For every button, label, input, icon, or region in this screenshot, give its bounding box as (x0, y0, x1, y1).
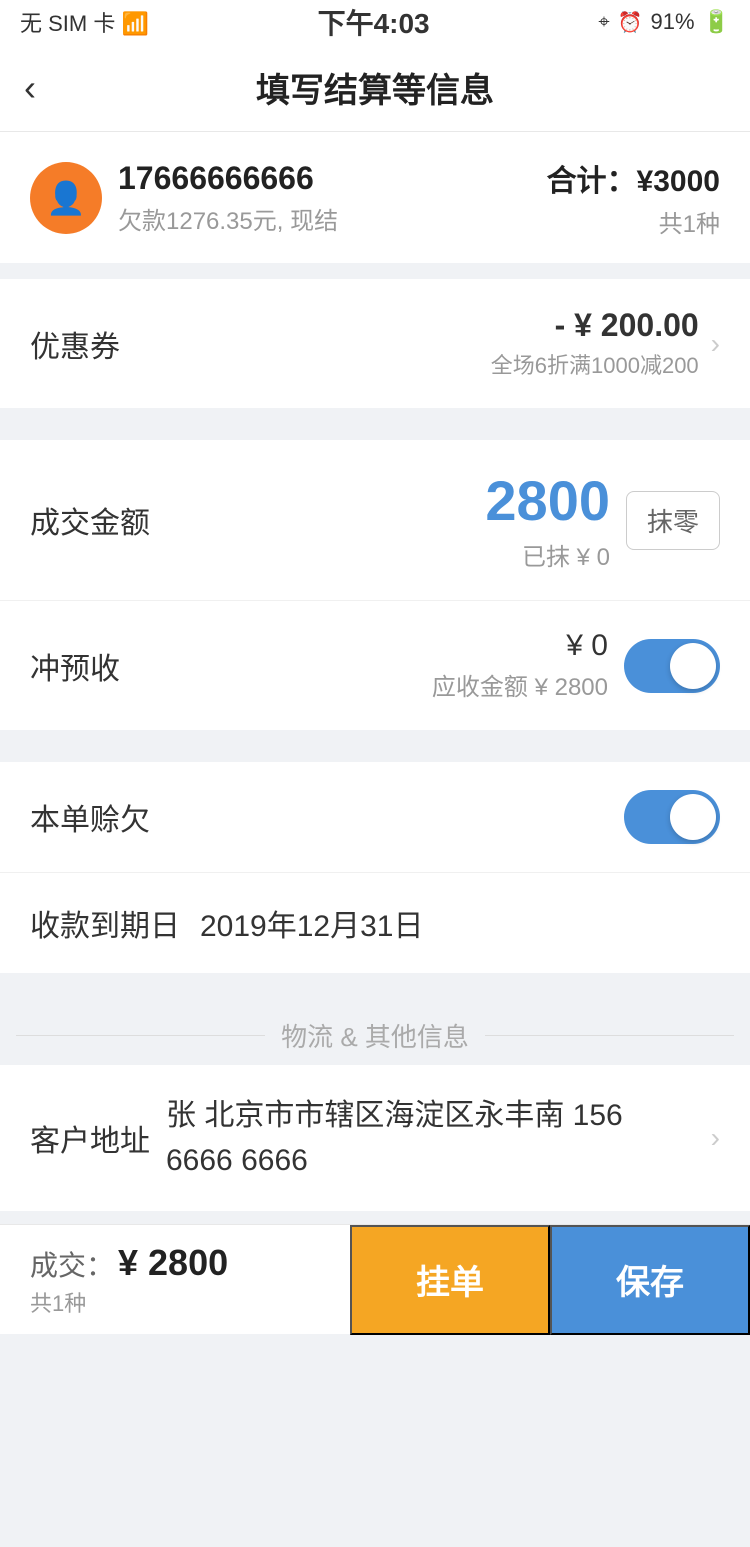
prepay-value-wrap: ¥ 0 应收金额 ¥ 2800 (432, 629, 608, 702)
bottom-amount: ¥ 2800 (118, 1242, 228, 1284)
logistics-line-right (485, 1035, 734, 1036)
prepay-label: 冲预收 (30, 644, 120, 688)
logistics-section: 物流 & 其他信息 (0, 1005, 750, 1065)
customer-left: 👤 17666666666 欠款1276.35元, 现结 (30, 160, 338, 236)
avatar: 👤 (30, 162, 102, 234)
status-bar: 无 SIM 卡 📶 下午4:03 ⌖ ⏰ 91% 🔋 (0, 0, 750, 44)
coupon-row[interactable]: 优惠券 - ¥ 200.00 全场6折满1000减200 › (0, 279, 750, 408)
address-value: 张 北京市市辖区海淀区永丰南 156 6666 6666 (166, 1093, 695, 1183)
total-value: 合计：¥3000 (547, 156, 720, 200)
bottom-deal-label: 成交： (30, 1244, 114, 1284)
credit-label: 本单赊欠 (30, 795, 150, 839)
prepay-value: ¥ 0 (432, 629, 608, 663)
customer-row: 👤 17666666666 欠款1276.35元, 现结 合计：¥3000 共1… (0, 132, 750, 263)
location-icon: ⌖ (598, 11, 609, 34)
alarm-icon: ⏰ (618, 10, 643, 35)
sim-wifi-label: 无 SIM 卡 📶 (20, 6, 149, 38)
bottom-bar: 成交： ¥ 2800 共1种 挂单 保存 (0, 1224, 750, 1334)
deal-sub: 已抹 ¥ 0 (485, 537, 610, 572)
content-area: 👤 17666666666 欠款1276.35元, 现结 合计：¥3000 共1… (0, 132, 750, 1547)
coupon-card: 优惠券 - ¥ 200.00 全场6折满1000减200 › (0, 279, 750, 408)
due-date-label: 收款到期日 (30, 901, 180, 945)
address-label: 客户地址 (30, 1116, 150, 1160)
page-title: 填写结算等信息 (256, 63, 494, 112)
logistics-label: 物流 & 其他信息 (281, 1017, 469, 1054)
hold-button[interactable]: 挂单 (350, 1225, 550, 1335)
credit-card: 本单赊欠 收款到期日 2019年12月31日 (0, 762, 750, 973)
due-date-value: 2019年12月31日 (200, 901, 423, 945)
coupon-right: - ¥ 200.00 全场6折满1000减200 › (491, 307, 720, 380)
coupon-chevron-icon: › (711, 328, 720, 360)
coupon-value-wrap: - ¥ 200.00 全场6折满1000减200 (491, 307, 699, 380)
customer-phone: 17666666666 (118, 160, 338, 197)
nav-bar: ‹ 填写结算等信息 (0, 44, 750, 132)
deal-right: 2800 已抹 ¥ 0 抹零 (485, 468, 720, 572)
round-zero-button[interactable]: 抹零 (626, 491, 720, 550)
customer-subtext: 欠款1276.35元, 现结 (118, 201, 338, 236)
section-separator-1 (0, 424, 750, 440)
coupon-label: 优惠券 (30, 322, 120, 366)
deal-amount-row: 成交金额 2800 已抹 ¥ 0 抹零 (0, 440, 750, 600)
customer-total: 合计：¥3000 共1种 (547, 156, 720, 239)
bottom-info: 成交： ¥ 2800 共1种 (0, 1242, 350, 1318)
status-time: 下午4:03 (318, 2, 430, 42)
due-date-row: 收款到期日 2019年12月31日 (0, 872, 750, 973)
customer-info: 17666666666 欠款1276.35元, 现结 (118, 160, 338, 236)
deal-value-wrap: 2800 已抹 ¥ 0 (485, 468, 610, 572)
prepay-right: ¥ 0 应收金额 ¥ 2800 (432, 629, 720, 702)
credit-row: 本单赊欠 (0, 762, 750, 872)
prepay-subtext: 应收金额 ¥ 2800 (432, 667, 608, 702)
address-card: 客户地址 张 北京市市辖区海淀区永丰南 156 6666 6666 › (0, 1065, 750, 1211)
section-separator-3 (0, 989, 750, 1005)
status-left: 无 SIM 卡 📶 (20, 6, 149, 38)
battery-icon: 🔋 (703, 9, 730, 35)
deal-card: 成交金额 2800 已抹 ¥ 0 抹零 冲预收 ¥ 0 应收金额 ¥ 2800 (0, 440, 750, 730)
credit-toggle[interactable] (624, 790, 720, 844)
battery-label: 91% (651, 9, 695, 35)
deal-amount-value: 2800 (485, 468, 610, 533)
deal-amount-label: 成交金额 (30, 498, 150, 542)
avatar-icon: 👤 (46, 179, 86, 217)
status-right: ⌖ ⏰ 91% 🔋 (598, 9, 730, 35)
prepay-row: 冲预收 ¥ 0 应收金额 ¥ 2800 (0, 600, 750, 730)
save-button[interactable]: 保存 (550, 1225, 750, 1335)
coupon-subtext: 全场6折满1000减200 (491, 348, 699, 380)
bottom-deal-row: 成交： ¥ 2800 (30, 1242, 320, 1284)
total-count: 共1种 (547, 204, 720, 239)
section-separator-2 (0, 746, 750, 762)
bottom-count: 共1种 (30, 1286, 320, 1318)
back-button[interactable]: ‹ (24, 67, 36, 109)
logistics-line-left (16, 1035, 265, 1036)
coupon-value: - ¥ 200.00 (491, 307, 699, 344)
prepay-toggle[interactable] (624, 639, 720, 693)
address-chevron-icon: › (711, 1122, 720, 1154)
address-row[interactable]: 客户地址 张 北京市市辖区海淀区永丰南 156 6666 6666 › (0, 1065, 750, 1211)
customer-card: 👤 17666666666 欠款1276.35元, 现结 合计：¥3000 共1… (0, 132, 750, 263)
